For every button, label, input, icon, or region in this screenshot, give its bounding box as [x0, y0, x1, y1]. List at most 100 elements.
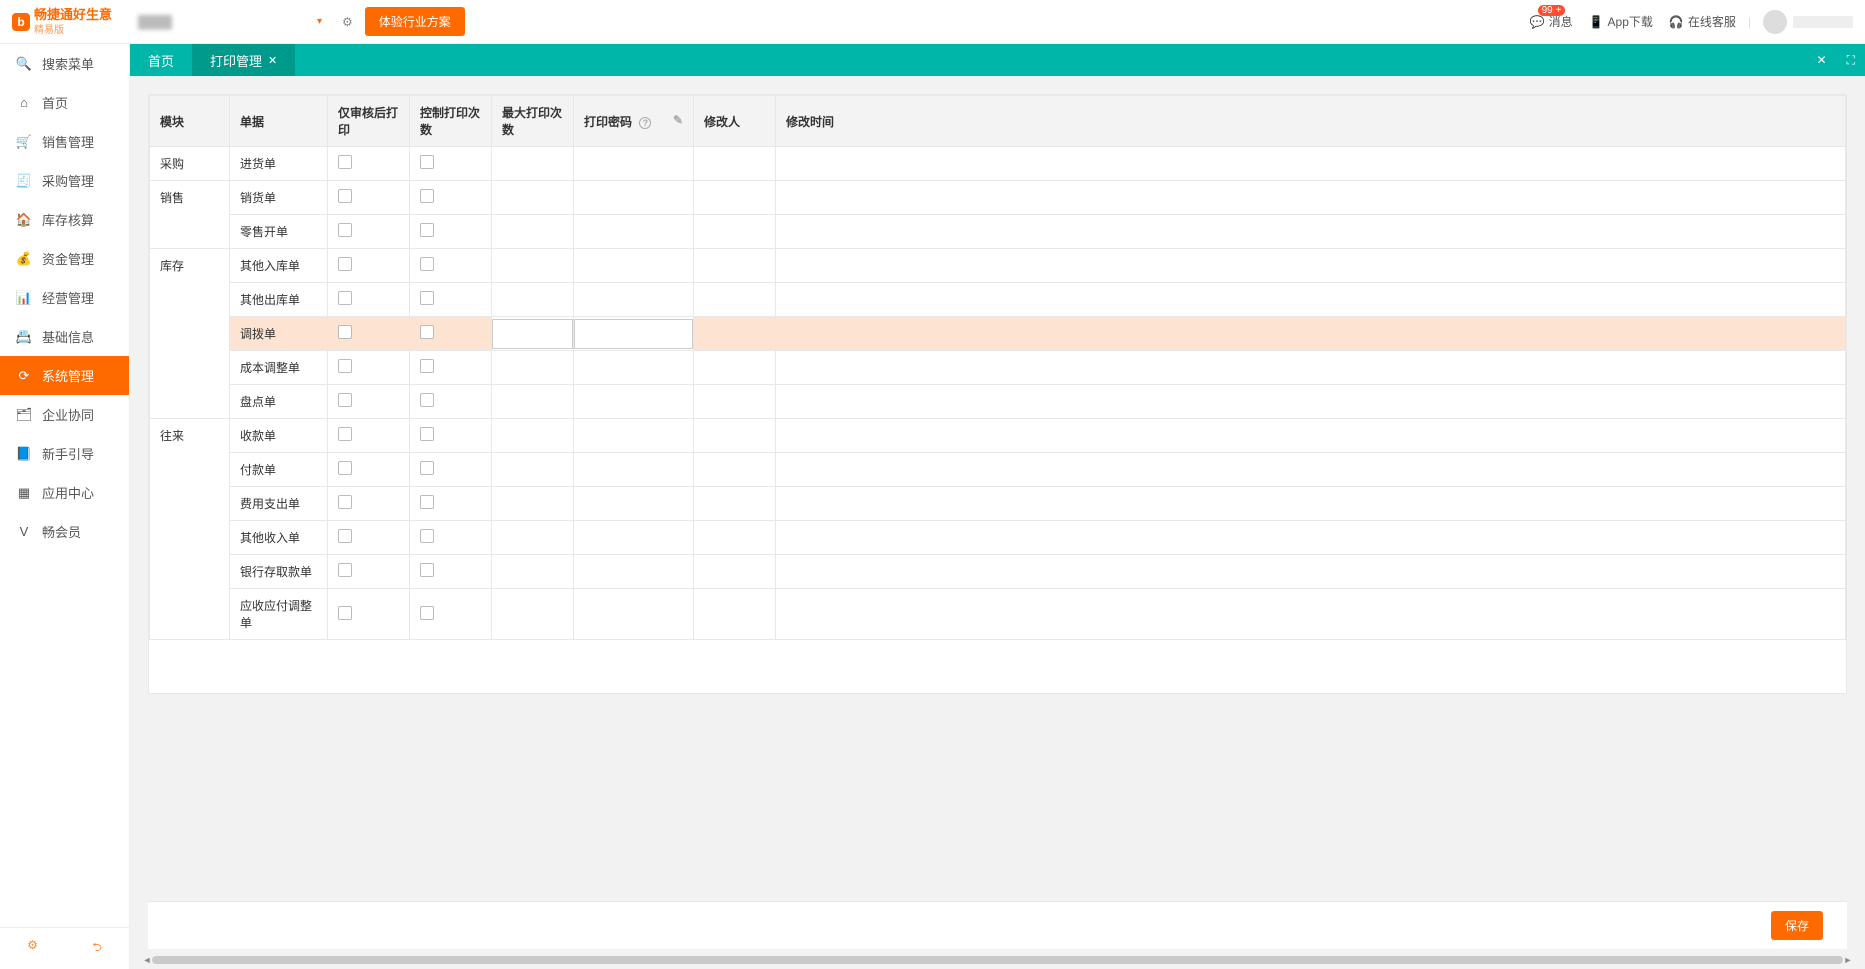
modify-time-cell: [776, 419, 1846, 453]
help-icon[interactable]: ?: [639, 117, 651, 129]
table-row[interactable]: 采购进货单: [150, 147, 1846, 181]
experience-button[interactable]: 体验行业方案: [365, 7, 465, 36]
sidebar-item-base[interactable]: 📇基础信息: [0, 317, 129, 356]
checkbox[interactable]: [338, 189, 352, 203]
checkbox[interactable]: [420, 427, 434, 441]
table-row[interactable]: 其他收入单: [150, 521, 1846, 555]
sidebar-item-vip[interactable]: V畅会员: [0, 512, 129, 551]
sidebar-item-coop[interactable]: 🗂企业协同: [0, 395, 129, 434]
scroll-left-icon[interactable]: ◄: [142, 955, 152, 965]
checkbox[interactable]: [420, 155, 434, 169]
checkbox[interactable]: [420, 325, 434, 339]
table-row[interactable]: 盘点单: [150, 385, 1846, 419]
checkbox[interactable]: [420, 223, 434, 237]
checkbox[interactable]: [420, 291, 434, 305]
tab-打印管理[interactable]: 打印管理✕: [192, 44, 295, 76]
checkbox[interactable]: [338, 563, 352, 577]
sidebar-item-guide[interactable]: 📘新手引导: [0, 434, 129, 473]
table-row[interactable]: 零售开单: [150, 215, 1846, 249]
sidebar-item-stock[interactable]: 🏠库存核算: [0, 200, 129, 239]
sidebar-item-apps[interactable]: ▦应用中心: [0, 473, 129, 512]
checkbox[interactable]: [420, 393, 434, 407]
scroll-thumb[interactable]: [152, 956, 1843, 964]
password-cell: [574, 283, 694, 317]
sidebar-item-label: 系统管理: [42, 366, 94, 385]
modify-time-cell: [776, 589, 1846, 640]
table-row[interactable]: 应收应付调整单: [150, 589, 1846, 640]
checkbox[interactable]: [420, 359, 434, 373]
checkbox[interactable]: [338, 325, 352, 339]
tab-close-all-icon[interactable]: ✕: [1807, 44, 1837, 76]
modifier-cell: [694, 589, 776, 640]
table-row[interactable]: 付款单: [150, 453, 1846, 487]
table-row[interactable]: 销售销货单: [150, 181, 1846, 215]
tab-fullscreen-icon[interactable]: ⛶: [1837, 44, 1865, 76]
footer-collapse-icon[interactable]: ⮌: [92, 938, 102, 959]
checkbox[interactable]: [420, 606, 434, 620]
checkbox[interactable]: [338, 257, 352, 271]
col-max-count: 最大打印次数: [492, 96, 574, 147]
table-row[interactable]: 库存其他入库单: [150, 249, 1846, 283]
sidebar-item-fund[interactable]: 💰资金管理: [0, 239, 129, 278]
save-button[interactable]: 保存: [1771, 911, 1823, 940]
sidebar-item-search[interactable]: 🔍搜索菜单: [0, 44, 129, 83]
password-input[interactable]: [574, 319, 693, 349]
checkbox[interactable]: [338, 223, 352, 237]
max-count-input[interactable]: [492, 319, 573, 349]
max-count-cell: [492, 249, 574, 283]
avatar[interactable]: [1763, 10, 1787, 34]
password-cell: [574, 351, 694, 385]
control-count-cell: [410, 317, 492, 351]
checkbox[interactable]: [338, 393, 352, 407]
sidebar-item-report[interactable]: 📊经营管理: [0, 278, 129, 317]
tabs-bar: 首页打印管理✕ ✕ ⛶: [130, 44, 1865, 76]
checkbox[interactable]: [420, 189, 434, 203]
edit-icon[interactable]: ✎: [673, 113, 683, 127]
checkbox[interactable]: [420, 563, 434, 577]
horizontal-scrollbar[interactable]: ◄ ►: [148, 955, 1847, 965]
checkbox[interactable]: [338, 155, 352, 169]
checkbox[interactable]: [420, 495, 434, 509]
checkbox[interactable]: [338, 529, 352, 543]
table-row[interactable]: 往来收款单: [150, 419, 1846, 453]
doc-cell: 费用支出单: [230, 487, 328, 521]
footer-gear-icon[interactable]: ⚙: [27, 938, 38, 959]
table-row[interactable]: 其他出库单: [150, 283, 1846, 317]
table-row[interactable]: 成本调整单: [150, 351, 1846, 385]
company-selector[interactable]: ████ ▾: [130, 15, 330, 29]
doc-cell: 收款单: [230, 419, 328, 453]
modifier-cell: [694, 419, 776, 453]
col-password-label: 打印密码: [584, 115, 632, 129]
checkbox[interactable]: [338, 427, 352, 441]
checkbox[interactable]: [420, 461, 434, 475]
messages-link[interactable]: 💬 99 + 消息: [1530, 13, 1573, 30]
sidebar-item-home[interactable]: ⌂首页: [0, 83, 129, 122]
checkbox[interactable]: [338, 291, 352, 305]
sidebar-item-system[interactable]: ⟳ 系统管理: [0, 356, 129, 395]
online-service-link[interactable]: 🎧 在线客服: [1669, 13, 1736, 30]
tab-首页[interactable]: 首页: [130, 44, 192, 76]
checkbox[interactable]: [338, 606, 352, 620]
sidebar-item-sales[interactable]: 🛒销售管理: [0, 122, 129, 161]
tab-close-icon[interactable]: ✕: [268, 54, 277, 67]
checkbox[interactable]: [338, 359, 352, 373]
checkbox[interactable]: [338, 461, 352, 475]
checkbox[interactable]: [338, 495, 352, 509]
control-count-cell: [410, 385, 492, 419]
checkbox[interactable]: [420, 529, 434, 543]
app-download-link[interactable]: 📱 App下载: [1589, 13, 1653, 30]
service-label: 在线客服: [1688, 13, 1736, 30]
gear-icon[interactable]: ⚙: [342, 15, 353, 29]
modify-time-cell: [776, 181, 1846, 215]
table-row[interactable]: 费用支出单: [150, 487, 1846, 521]
guide-icon: 📘: [16, 446, 32, 462]
table-row[interactable]: 调拨单: [150, 317, 1846, 351]
checkbox[interactable]: [420, 257, 434, 271]
system-icon: ⟳: [16, 368, 32, 384]
sidebar-item-purchase[interactable]: 🧾采购管理: [0, 161, 129, 200]
modify-time-cell: [776, 521, 1846, 555]
scroll-right-icon[interactable]: ►: [1843, 955, 1853, 965]
table-row[interactable]: 银行存取款单: [150, 555, 1846, 589]
vip-icon: V: [16, 524, 32, 540]
control-count-cell: [410, 181, 492, 215]
